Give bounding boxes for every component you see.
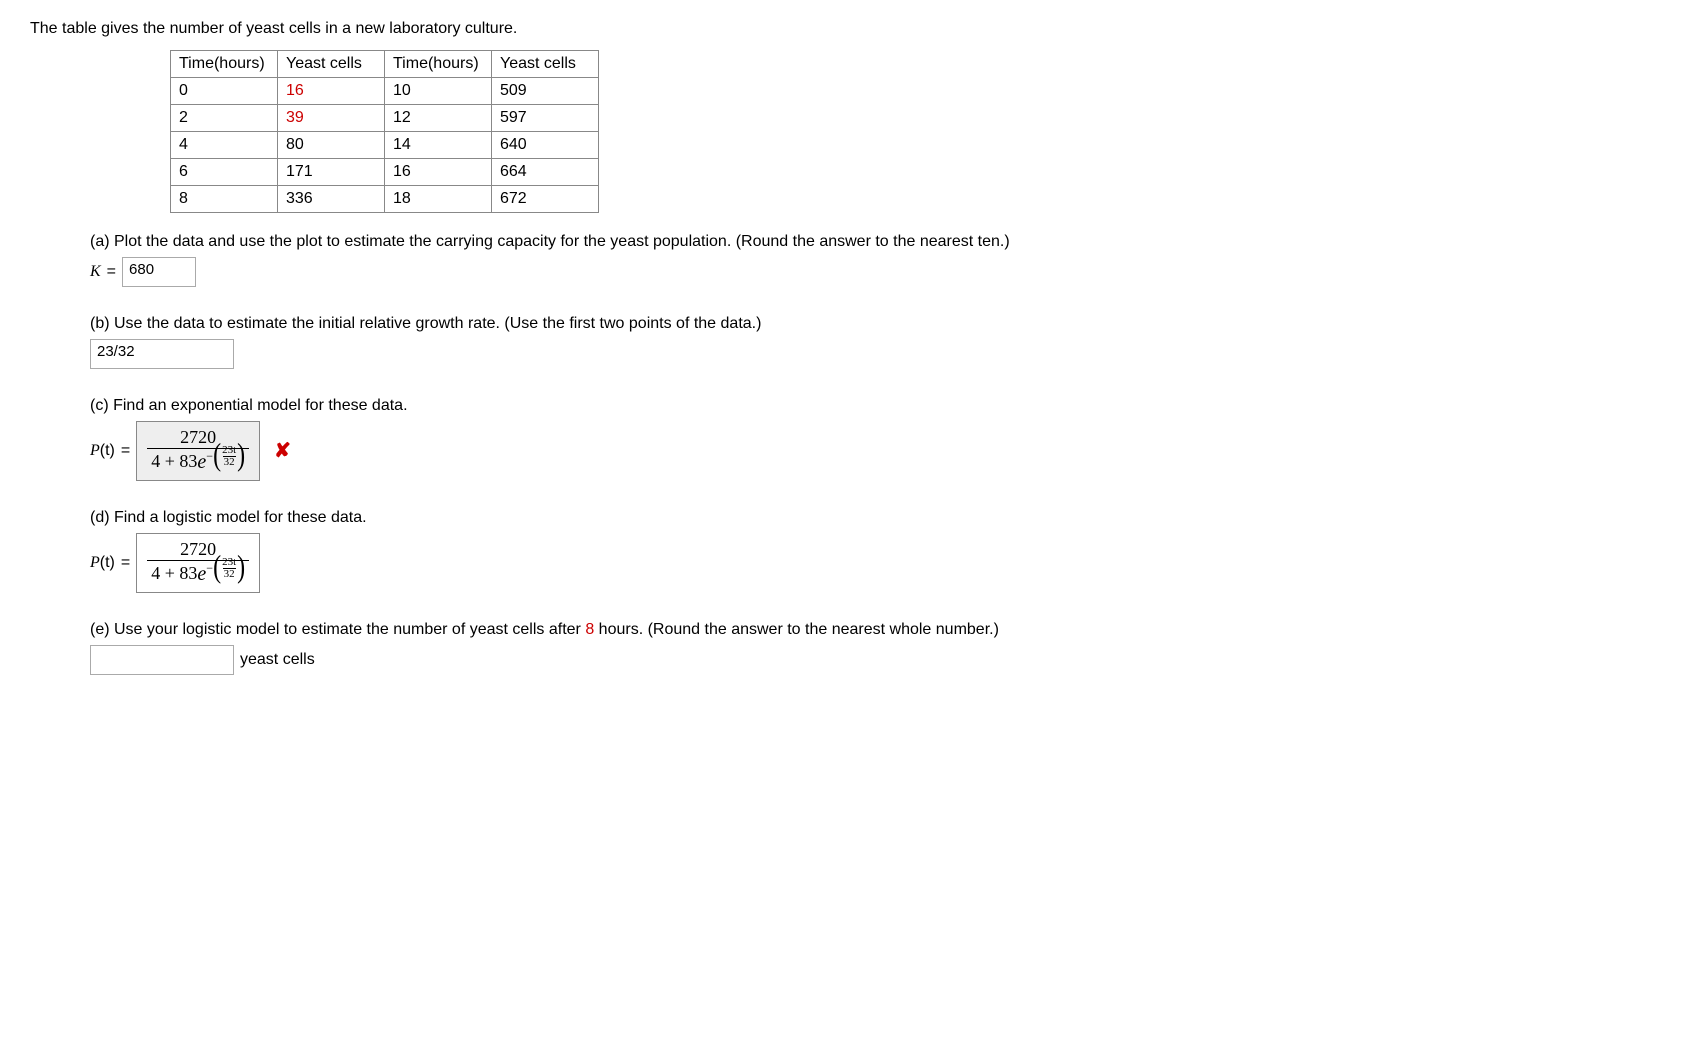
table-cell: 509	[492, 78, 599, 105]
table-cell: 16	[278, 78, 385, 105]
exponential-term: e − ( 23t 32 )	[197, 451, 245, 474]
part-c-formula-input[interactable]: 2720 4 + 83 e − ( 23t 32	[136, 421, 260, 481]
table-cell: 597	[492, 105, 599, 132]
table-cell: 12	[385, 105, 492, 132]
variable-k: K	[90, 263, 101, 281]
part-a-answer-row: K = 680	[90, 257, 1660, 287]
table-cell: 10	[385, 78, 492, 105]
part-a: (a) Plot the data and use the plot to es…	[90, 233, 1660, 287]
part-b-answer-row: 23/32	[90, 339, 1660, 369]
fraction-denominator: 4 + 83 e − ( 23t 32 )	[147, 560, 249, 586]
col-header: Time(hours)	[385, 51, 492, 78]
part-d-answer-row: P(t) = 2720 4 + 83 e − ( 23t	[90, 533, 1660, 593]
table-cell: 672	[492, 186, 599, 213]
part-b-prompt: (b) Use the data to estimate the initial…	[90, 315, 1660, 333]
table-row: 2 39 12 597	[171, 105, 599, 132]
part-c-answer-row: P(t) = 2720 4 + 83 e − ( 23t	[90, 421, 1660, 481]
question-intro: The table gives the number of yeast cell…	[30, 20, 1660, 38]
highlight-number: 8	[585, 621, 594, 638]
table-row: 6 171 16 664	[171, 159, 599, 186]
equals-text: =	[107, 263, 116, 281]
function-label: P(t)	[90, 442, 115, 460]
exponent: − ( 23t 32 )	[206, 557, 245, 580]
part-d-prompt: (d) Find a logistic model for these data…	[90, 509, 1660, 527]
part-d: (d) Find a logistic model for these data…	[90, 509, 1660, 593]
table-cell: 664	[492, 159, 599, 186]
table-cell: 4	[171, 132, 278, 159]
table-row: 0 16 10 509	[171, 78, 599, 105]
col-header: Yeast cells	[492, 51, 599, 78]
question-container: The table gives the number of yeast cell…	[30, 20, 1660, 675]
table-cell: 18	[385, 186, 492, 213]
table-cell: 0	[171, 78, 278, 105]
col-header: Yeast cells	[278, 51, 385, 78]
exponential-term: e − ( 23t 32 )	[197, 563, 245, 586]
part-b: (b) Use the data to estimate the initial…	[90, 315, 1660, 369]
function-label: P(t)	[90, 554, 115, 572]
table-cell: 39	[278, 105, 385, 132]
table-cell: 8	[171, 186, 278, 213]
table-cell: 16	[385, 159, 492, 186]
table-cell: 6	[171, 159, 278, 186]
table-row: 4 80 14 640	[171, 132, 599, 159]
table-row: 8 336 18 672	[171, 186, 599, 213]
table-header-row: Time(hours) Yeast cells Time(hours) Yeas…	[171, 51, 599, 78]
table-cell: 80	[278, 132, 385, 159]
part-c: (c) Find an exponential model for these …	[90, 397, 1660, 481]
exponent: − ( 23t 32 )	[206, 445, 245, 468]
equals-text: =	[121, 442, 130, 460]
table-cell: 640	[492, 132, 599, 159]
table-cell: 14	[385, 132, 492, 159]
small-fraction: 23t 32	[221, 557, 237, 580]
table-cell: 336	[278, 186, 385, 213]
part-e-input[interactable]	[90, 645, 234, 675]
table-cell: 2	[171, 105, 278, 132]
part-c-prompt: (c) Find an exponential model for these …	[90, 397, 1660, 415]
part-e: (e) Use your logistic model to estimate …	[90, 621, 1660, 675]
part-d-formula-input[interactable]: 2720 4 + 83 e − ( 23t 32	[136, 533, 260, 593]
part-b-input[interactable]: 23/32	[90, 339, 234, 369]
small-fraction: 23t 32	[221, 445, 237, 468]
part-a-input[interactable]: 680	[122, 257, 196, 287]
data-table: Time(hours) Yeast cells Time(hours) Yeas…	[170, 50, 599, 213]
table-cell: 171	[278, 159, 385, 186]
fraction-denominator: 4 + 83 e − ( 23t 32 )	[147, 448, 249, 474]
part-a-prompt: (a) Plot the data and use the plot to es…	[90, 233, 1660, 251]
part-e-answer-row: yeast cells	[90, 645, 1660, 675]
col-header: Time(hours)	[171, 51, 278, 78]
equals-text: =	[121, 554, 130, 572]
fraction: 2720 4 + 83 e − ( 23t 32	[147, 428, 249, 474]
unit-label: yeast cells	[240, 651, 315, 669]
incorrect-icon: ✘	[274, 438, 291, 463]
fraction: 2720 4 + 83 e − ( 23t 32	[147, 540, 249, 586]
part-e-prompt: (e) Use your logistic model to estimate …	[90, 621, 1660, 639]
